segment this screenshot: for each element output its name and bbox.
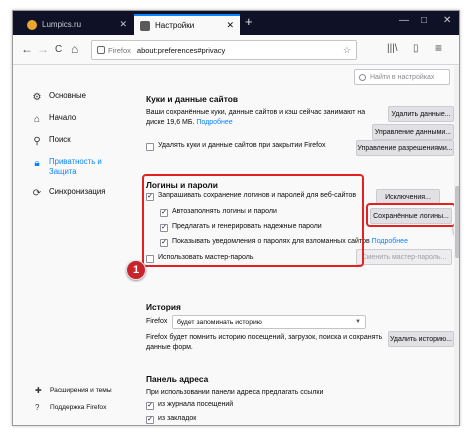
reload-button[interactable]: C bbox=[55, 44, 62, 55]
manage-permissions-button[interactable]: Управление разрешениями... bbox=[356, 140, 454, 156]
sidebar-item-addons[interactable]: ✚ Расширения и темы bbox=[35, 386, 112, 395]
close-window-button[interactable]: ✕ bbox=[443, 15, 451, 26]
clear-data-button[interactable]: Удалить данные... bbox=[388, 106, 454, 122]
puzzle-icon: ✚ bbox=[35, 386, 42, 395]
tab-strip: Lumpics.ru ✕ Настройки ✕ + — □ ✕ bbox=[13, 11, 459, 35]
logins-section-highlight bbox=[142, 174, 364, 267]
suggest-history-checkbox[interactable] bbox=[146, 402, 154, 410]
tab-lumpics[interactable]: Lumpics.ru ✕ bbox=[21, 14, 133, 35]
tab-title: Настройки bbox=[155, 21, 195, 30]
forward-button[interactable]: → bbox=[37, 42, 49, 56]
lock-icon: 🔒︎ bbox=[34, 157, 40, 169]
sidebar-item-sync[interactable]: ⟳ Синхронизация bbox=[31, 187, 131, 199]
close-tab-icon[interactable]: ✕ bbox=[119, 19, 127, 30]
settings-search-input[interactable]: Найти в настройках bbox=[354, 69, 450, 85]
delete-cookies-on-close-label: Удалять куки и данные сайтов при закрыти… bbox=[158, 142, 326, 149]
address-bar-heading: Панель адреса bbox=[146, 374, 209, 384]
maximize-button[interactable]: □ bbox=[421, 15, 427, 26]
menu-button[interactable]: ≡ bbox=[435, 41, 442, 55]
suggest-bookmarks-checkbox[interactable] bbox=[146, 416, 154, 424]
sidebar-item-home[interactable]: ⌂ Начало bbox=[31, 113, 131, 125]
sidebar-item-general[interactable]: ⚙ Основные bbox=[31, 91, 131, 103]
sidebar-item-support[interactable]: ? Поддержка Firefox bbox=[35, 403, 106, 412]
address-bar[interactable]: Firefox about:preferences#privacy ☆ bbox=[91, 40, 357, 60]
cookies-more-link[interactable]: Подробнее bbox=[196, 119, 232, 126]
annotation-badge-1: 1 bbox=[126, 260, 146, 280]
preferences-sidebar: ⚙ Основные ⌂ Начало ⚲ Поиск 🔒︎ Приватнос… bbox=[31, 91, 131, 209]
sidebar-item-label: Приватность и Защита bbox=[49, 157, 102, 176]
change-master-password-button[interactable]: Сменить мастер-пароль... bbox=[356, 249, 452, 265]
vertical-scrollbar[interactable] bbox=[454, 66, 459, 425]
history-description: Firefox будет помнить историю посещений,… bbox=[146, 334, 383, 341]
sync-icon: ⟳ bbox=[32, 187, 42, 199]
library-button[interactable]: |||\ bbox=[387, 43, 398, 54]
minimize-button[interactable]: — bbox=[399, 15, 409, 26]
manage-data-button[interactable]: Управление данными... bbox=[372, 124, 454, 140]
history-mode-value: будет запоминать историю bbox=[177, 318, 262, 326]
delete-cookies-on-close-checkbox[interactable] bbox=[146, 143, 154, 151]
history-heading: История bbox=[146, 302, 181, 312]
navigation-toolbar: ← → C ⌂ Firefox about:preferences#privac… bbox=[13, 35, 459, 65]
saved-logins-highlight bbox=[366, 203, 456, 227]
sidebar-item-privacy[interactable]: 🔒︎ Приватность и Защита bbox=[31, 157, 131, 177]
history-mode-select[interactable]: будет запоминать историю ▼ bbox=[172, 315, 366, 329]
url-text[interactable]: about:preferences#privacy bbox=[137, 46, 225, 55]
sidebar-item-search[interactable]: ⚲ Поиск bbox=[31, 135, 131, 147]
search-icon bbox=[359, 73, 366, 81]
tab-title: Lumpics.ru bbox=[42, 20, 82, 29]
new-tab-button[interactable]: + bbox=[245, 14, 253, 29]
clear-history-button[interactable]: Удалить историю... bbox=[388, 331, 454, 347]
bookmark-star-icon[interactable]: ☆ bbox=[343, 45, 351, 56]
suggest-history-label: из журнала посещений bbox=[158, 401, 234, 408]
lumpics-favicon-icon bbox=[27, 19, 37, 30]
preferences-page: Найти в настройках ⚙ Основные ⌂ Начало ⚲… bbox=[13, 66, 459, 425]
scrollbar-thumb[interactable] bbox=[455, 186, 459, 258]
sidebar-item-label: Синхронизация bbox=[49, 187, 106, 196]
back-button[interactable]: ← bbox=[21, 42, 33, 56]
sidebar-footer-label: Поддержка Firefox bbox=[50, 404, 107, 411]
sidebar-item-label: Основные bbox=[49, 91, 86, 100]
history-description-end: данные форм. bbox=[146, 344, 193, 351]
firefox-identity-icon bbox=[97, 46, 105, 54]
sidebar-item-label: Начало bbox=[49, 113, 77, 122]
sidebar-toggle-button[interactable]: ▯ bbox=[413, 43, 419, 54]
home-icon: ⌂ bbox=[33, 113, 41, 125]
breach-more-link[interactable]: Подробнее bbox=[372, 238, 408, 245]
identity-label: Firefox bbox=[108, 45, 131, 55]
cookies-description: Ваши сохранённые куки, данные сайтов и к… bbox=[146, 109, 366, 116]
address-bar-description: При использовании панели адреса предлага… bbox=[146, 389, 324, 396]
help-icon: ? bbox=[35, 403, 40, 412]
sidebar-item-label: Поиск bbox=[49, 135, 71, 144]
gear-icon: ⚙ bbox=[32, 91, 42, 103]
cookies-size-text: диске 19,6 МБ. bbox=[146, 119, 195, 126]
cookies-description-size: диске 19,6 МБ. Подробнее bbox=[146, 118, 233, 128]
home-button[interactable]: ⌂ bbox=[71, 42, 78, 56]
suggest-bookmarks-label: из закладок bbox=[158, 415, 197, 422]
cookies-heading: Куки и данные сайтов bbox=[146, 94, 238, 104]
settings-favicon-icon bbox=[140, 20, 150, 31]
browser-window: Lumpics.ru ✕ Настройки ✕ + — □ ✕ ← → C ⌂… bbox=[12, 10, 460, 426]
chevron-down-icon: ▼ bbox=[355, 319, 361, 325]
search-icon: ⚲ bbox=[33, 135, 41, 147]
sidebar-footer-label: Расширения и темы bbox=[50, 387, 112, 394]
identity-box[interactable]: Firefox bbox=[97, 46, 131, 55]
close-tab-icon[interactable]: ✕ bbox=[226, 20, 234, 31]
history-prefix: Firefox bbox=[146, 318, 168, 325]
search-placeholder: Найти в настройках bbox=[370, 73, 435, 81]
tab-settings[interactable]: Настройки ✕ bbox=[134, 14, 240, 35]
